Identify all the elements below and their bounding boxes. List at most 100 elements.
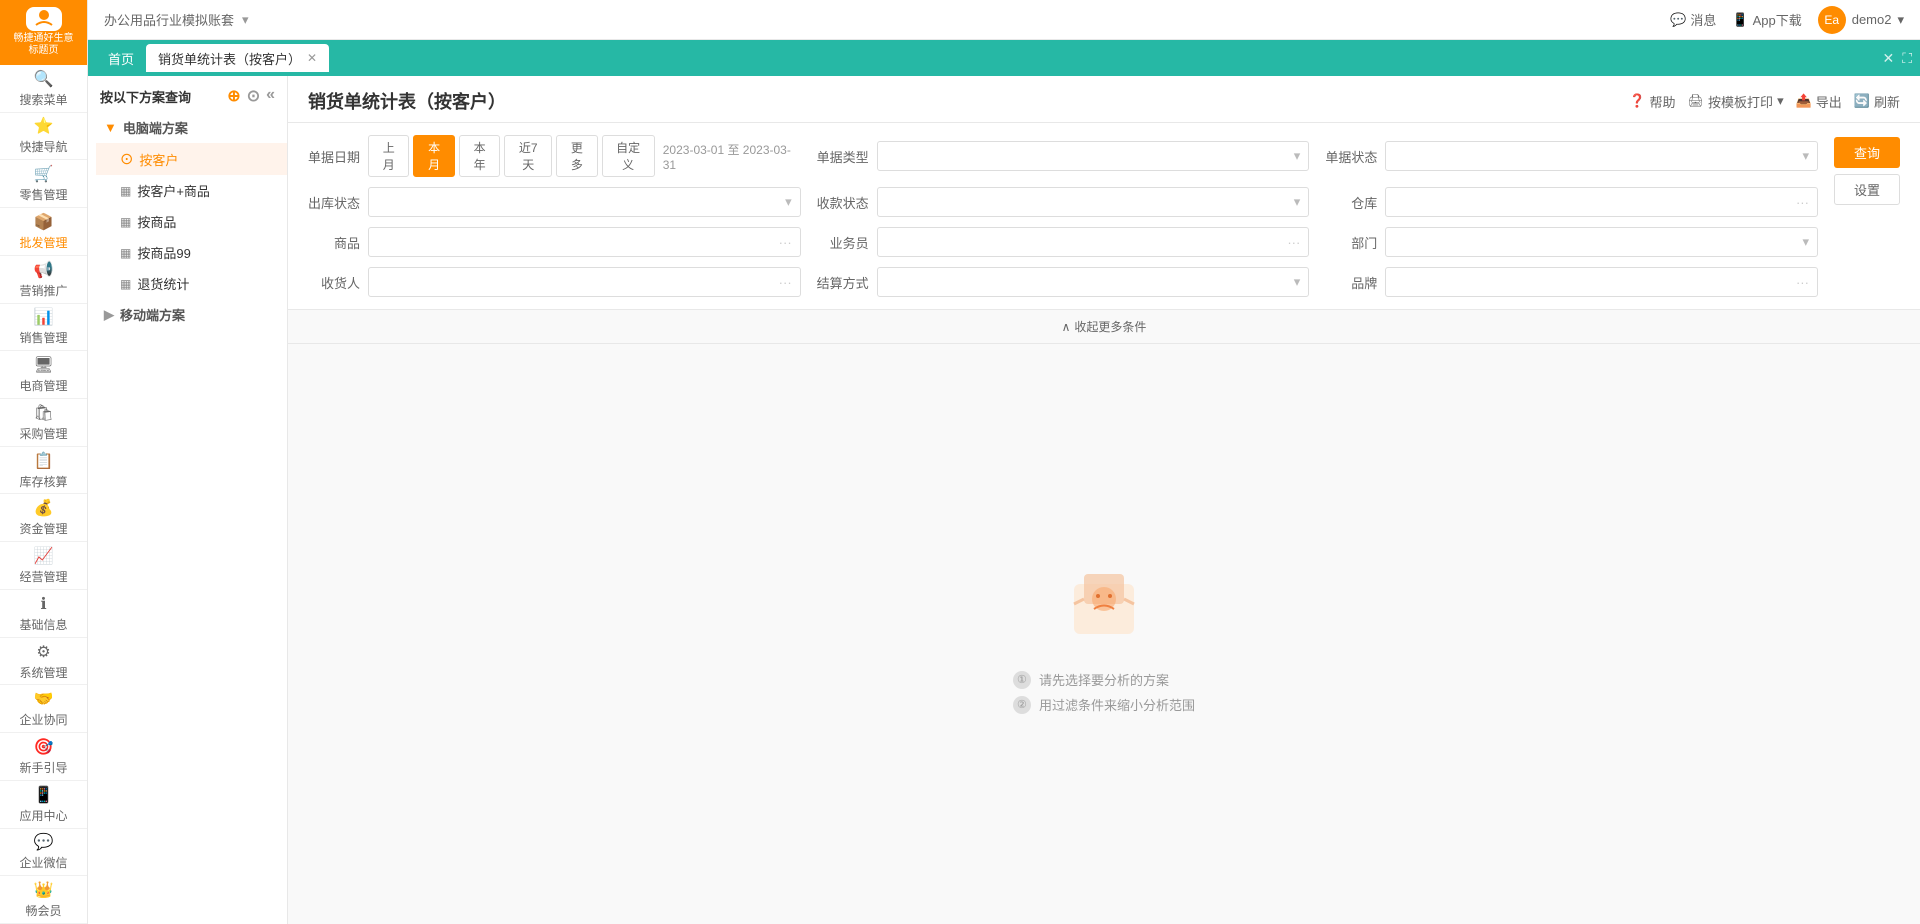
payment-status-label: 收款状态 [817,193,869,212]
tree-item-by-customer[interactable]: ⊙ 按客户 [96,143,287,175]
sidebar-item-finance[interactable]: 💰 资金管理 [0,494,87,542]
sidebar-item-label: 营销推广 [19,282,67,299]
tree-item-label: 按商品99 [137,243,190,262]
sidebar-item-wholesale[interactable]: 📦 批发管理 [0,208,87,256]
user-menu[interactable]: Ea demo2 ▾ [1818,6,1904,34]
brand-label: 品牌 [1325,273,1377,292]
date-btn-7days[interactable]: 近7天 [504,135,552,177]
filter-row-1: 单据日期 上月 本月 本年 近7天 更多 自定义 2023-03-01 至 20… [308,135,1818,177]
sidebar-item-operations[interactable]: 📈 经营管理 [0,542,87,590]
sidebar-item-quick-nav[interactable]: ⭐ 快捷导航 [0,113,87,161]
report-tab-label: 销货单统计表（按客户） [158,49,301,68]
sidebar-item-newbie[interactable]: 🎯 新手引导 [0,733,87,781]
sidebar-item-label: 搜索菜单 [19,91,67,108]
refresh-btn[interactable]: 🔄 刷新 [1854,92,1900,111]
left-panel-title: 按以下方案查询 [100,87,191,106]
tree-item-by-customer-goods[interactable]: ▦ 按客户+商品 [96,175,287,206]
collapse-more-conditions[interactable]: ∧ 收起更多条件 [288,310,1920,344]
tree-section-mobile[interactable]: ▶ 移动端方案 [88,299,287,330]
collapse-panel-icon[interactable]: « [266,86,275,106]
tree-collapse-icon: ▶ [104,307,114,323]
settlement-select[interactable]: ▾ [877,267,1310,297]
brand-select[interactable]: ··· [1385,267,1818,297]
date-btn-this-year[interactable]: 本年 [459,135,500,177]
left-panel: 按以下方案查询 ⊕ ⊙ « ▼ 电脑端方案 ⊙ 按客户 ▦ 按客户 [88,76,288,924]
bag-icon: 🛍 [33,403,53,423]
order-type-chevron-icon: ▾ [1294,148,1301,164]
date-range-text: 2023-03-01 至 2023-03-31 [663,141,801,172]
sidebar-item-member[interactable]: 👑 畅会员 [0,876,87,924]
page-header: 销货单统计表（按客户） ❓ 帮助 🖨 按模板打印 ▾ 📤 导出 [288,76,1920,123]
tree-pc-children: ⊙ 按客户 ▦ 按客户+商品 ▦ 按商品 ▦ 按商品99 ▦ 退货统计 [88,143,287,299]
order-type-select[interactable]: ▾ [877,141,1310,171]
export-btn[interactable]: 📤 导出 [1796,92,1842,111]
filter-section: 单据日期 上月 本月 本年 近7天 更多 自定义 2023-03-01 至 20… [288,123,1920,310]
tab-close-btn[interactable]: ✕ [1882,50,1894,67]
filter-receiver: 收货人 ··· [308,267,801,297]
salesperson-select[interactable]: ··· [877,227,1310,257]
tab-expand-btn[interactable]: ⛶ [1902,50,1912,67]
sidebar-item-inventory[interactable]: 📋 库存核算 [0,447,87,495]
tab-close-icon[interactable]: ✕ [307,52,317,64]
gear-icon: ⚙ [36,642,50,662]
sidebar-item-marketing[interactable]: 📢 营销推广 [0,256,87,304]
tab-report[interactable]: 销货单统计表（按客户） ✕ [146,44,329,72]
tree-section-pc[interactable]: ▼ 电脑端方案 [88,112,287,143]
order-status-select[interactable]: ▾ [1385,141,1818,171]
sidebar-item-purchase[interactable]: 🛍 采购管理 [0,399,87,447]
sidebar-item-ecommerce[interactable]: 🖥 电商管理 [0,351,87,399]
message-label: 消息 [1690,10,1716,29]
message-btn[interactable]: 💬 消息 [1670,10,1716,29]
receiver-select[interactable]: ··· [368,267,801,297]
date-btn-custom[interactable]: 自定义 [602,135,655,177]
page-title: 销货单统计表（按客户） [308,88,506,114]
sidebar-item-label: 新手引导 [19,759,67,776]
sidebar-item-retail[interactable]: 🛒 零售管理 [0,160,87,208]
tree-section-label: 移动端方案 [120,305,185,324]
box-icon: 📦 [34,212,54,232]
sidebar-item-app-center[interactable]: 📱 应用中心 [0,781,87,829]
sidebar-item-system[interactable]: ⚙ 系统管理 [0,638,87,686]
department-select[interactable]: ▾ [1385,227,1818,257]
print-btn[interactable]: 🖨 按模板打印 ▾ [1688,92,1784,111]
query-button[interactable]: 查询 [1834,137,1900,168]
tree-item-by-goods99[interactable]: ▦ 按商品99 [96,237,287,268]
goods-select[interactable]: ··· [368,227,801,257]
date-btn-more[interactable]: 更多 [556,135,597,177]
sidebar-item-label: 销售管理 [19,329,67,346]
filter-brand: 品牌 ··· [1325,267,1818,297]
tree-item-by-goods[interactable]: ▦ 按商品 [96,206,287,237]
brand-dots-icon: ··· [1796,275,1809,290]
goods-label: 商品 [308,233,360,252]
sidebar-item-enterprise[interactable]: 🤝 企业协同 [0,685,87,733]
settings-button[interactable]: 设置 [1834,174,1900,205]
megaphone-icon: 📢 [34,260,54,280]
export-label: 导出 [1816,92,1842,111]
dropdown-icon[interactable]: ▾ [242,12,249,28]
out-status-select[interactable]: ▾ [368,187,801,217]
date-btn-last-month[interactable]: 上月 [368,135,409,177]
help-btn[interactable]: ❓ 帮助 [1629,92,1675,111]
avatar: Ea [1818,6,1846,34]
money-icon: 💰 [34,498,54,518]
sidebar-item-wechat[interactable]: 💬 企业微信 [0,829,87,877]
home-tab-label: 首页 [108,49,134,68]
filter-goods: 商品 ··· [308,227,801,257]
warehouse-select[interactable]: ··· [1385,187,1818,217]
app-download-btn[interactable]: 📱 App下载 [1732,10,1801,29]
filter-row-4: 收货人 ··· 结算方式 ▾ [308,267,1818,297]
sidebar-item-search[interactable]: 🔍 搜索菜单 [0,65,87,113]
payment-status-select[interactable]: ▾ [877,187,1310,217]
tab-home[interactable]: 首页 [96,44,146,72]
edit-scheme-icon[interactable]: ⊙ [247,86,260,106]
sidebar-item-basic[interactable]: ℹ 基础信息 [0,590,87,638]
print-chevron-icon: ▾ [1777,93,1784,109]
tree-item-returns[interactable]: ▦ 退货统计 [96,268,287,299]
sidebar-item-sales[interactable]: 📊 销售管理 [0,304,87,352]
date-btn-this-month[interactable]: 本月 [413,135,454,177]
add-scheme-icon[interactable]: ⊕ [227,86,240,106]
customer-icon: ⊙ [120,149,133,169]
goods-icon: ▦ [120,215,131,229]
tip-text-1: 请先选择要分析的方案 [1039,670,1169,689]
salesperson-label: 业务员 [817,233,869,252]
